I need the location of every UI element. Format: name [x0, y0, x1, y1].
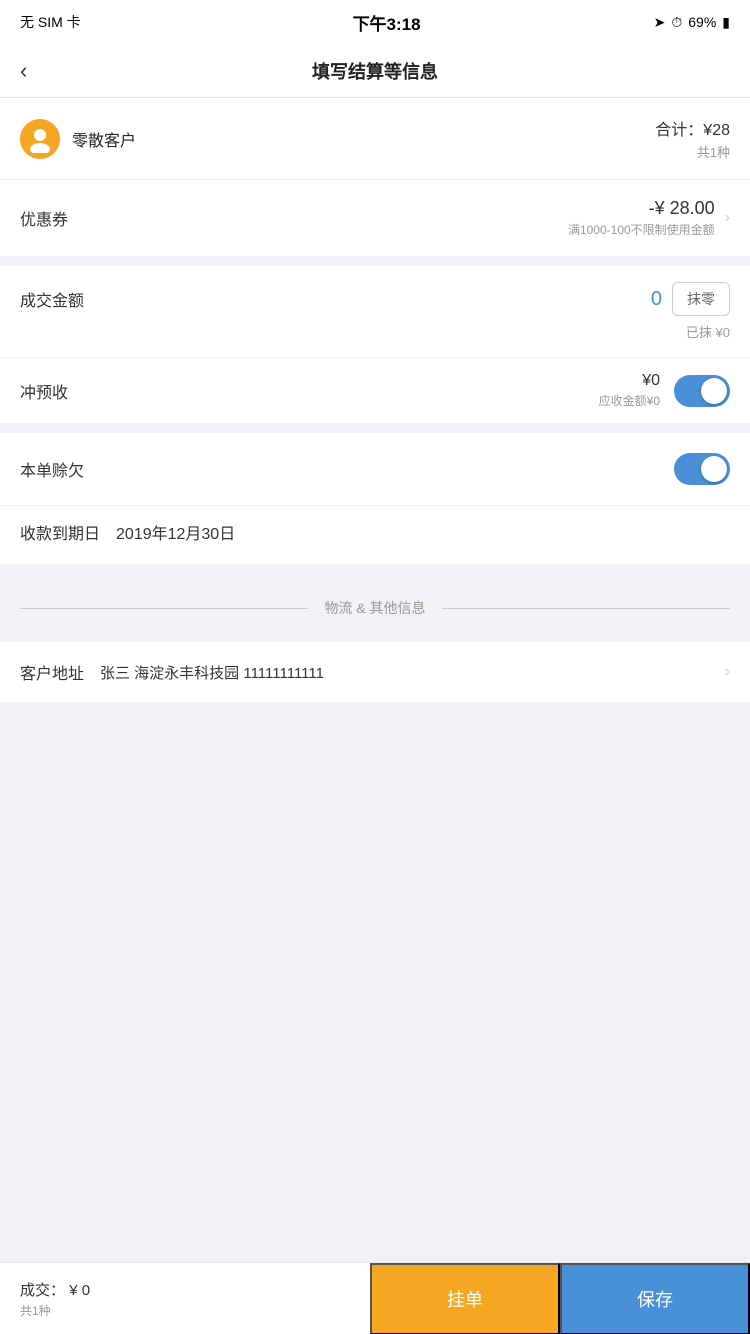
address-label: 客户地址	[20, 660, 84, 684]
logistics-label-row: 物流 & 其他信息	[0, 584, 750, 632]
bottom-count: 共1种	[20, 1302, 350, 1319]
toggle-knob	[701, 378, 727, 404]
duedate-row: 收款到期日 2019年12月30日	[0, 505, 750, 564]
customer-card: 零散客户 合计：¥28 共1种 优惠券 -¥ 28.00 满1000-100不限…	[0, 98, 750, 256]
precollect-label: 冲预收	[20, 379, 68, 403]
coupon-row[interactable]: 优惠券 -¥ 28.00 满1000-100不限制使用金额 ›	[0, 179, 750, 256]
precollect-right: ¥0 应收金额¥0	[599, 372, 730, 409]
avatar	[20, 119, 60, 159]
status-time: 下午3:18	[353, 10, 421, 35]
coupon-right: -¥ 28.00 满1000-100不限制使用金额 ›	[568, 198, 730, 238]
duedate-label: 收款到期日	[20, 520, 100, 544]
transaction-right: 0 抹零	[651, 282, 730, 316]
save-button[interactable]: 保存	[560, 1263, 750, 1334]
address-value: 张三 海淀永丰科技园 11111111111	[100, 662, 725, 683]
debt-section: 本单赊欠 收款到期日 2019年12月30日	[0, 433, 750, 564]
precollect-sub: 应收金额¥0	[599, 392, 660, 409]
precollect-row: 冲预收 ¥0 应收金额¥0	[0, 357, 750, 423]
address-chevron-icon: ›	[725, 663, 730, 681]
hold-button[interactable]: 挂单	[370, 1263, 560, 1334]
transaction-value: 0	[651, 288, 662, 311]
customer-right: 合计：¥28 共1种	[655, 116, 730, 161]
precollect-amount: ¥0	[599, 372, 660, 390]
back-button[interactable]: ‹	[20, 58, 27, 84]
coupon-value: -¥ 28.00 满1000-100不限制使用金额	[568, 198, 715, 238]
discount-amount: -¥ 28.00	[568, 198, 715, 219]
page-content: 零散客户 合计：¥28 共1种 优惠券 -¥ 28.00 满1000-100不限…	[0, 98, 750, 912]
precollect-value: ¥0 应收金额¥0	[599, 372, 660, 409]
debt-row: 本单赊欠	[0, 433, 750, 505]
chevron-icon: ›	[725, 209, 730, 227]
customer-name: 零散客户	[72, 127, 136, 151]
battery-icon: ▮	[722, 14, 730, 31]
discount-sub: 满1000-100不限制使用金额	[568, 221, 715, 238]
logistics-text: 物流 & 其他信息	[308, 598, 441, 618]
debt-label: 本单赊欠	[20, 457, 84, 481]
debt-toggle-knob	[701, 456, 727, 482]
logistics-line-left	[20, 608, 308, 609]
bottom-info: 成交： ¥ 0 共1种	[0, 1279, 370, 1319]
duedate-value: 2019年12月30日	[116, 520, 235, 544]
debt-toggle[interactable]	[674, 453, 730, 485]
page-title: 填写结算等信息	[312, 58, 438, 84]
precollect-toggle[interactable]	[674, 375, 730, 407]
address-section: 客户地址 张三 海淀永丰科技园 11111111111 ›	[0, 642, 750, 702]
empty-space	[0, 712, 750, 912]
status-left: 无 SIM 卡	[20, 12, 120, 32]
bottom-bar: 成交： ¥ 0 共1种 挂单 保存	[0, 1262, 750, 1334]
total-count: 共1种	[655, 142, 730, 161]
coupon-label: 优惠券	[20, 206, 68, 230]
transaction-row: 成交金额 0 抹零	[0, 266, 750, 322]
status-right: ➤ ⏱ 69% ▮	[654, 14, 730, 31]
round-button[interactable]: 抹零	[672, 282, 730, 316]
total-amount: 合计：¥28	[655, 116, 730, 140]
bottom-total-label: 成交：	[20, 1282, 65, 1299]
transaction-label: 成交金额	[20, 287, 84, 311]
logistics-line-right	[442, 608, 730, 609]
location-icon: ➤	[654, 14, 666, 31]
nav-bar: ‹ 填写结算等信息	[0, 44, 750, 98]
status-bar: 无 SIM 卡 下午3:18 ➤ ⏱ 69% ▮	[0, 0, 750, 44]
address-row[interactable]: 客户地址 张三 海淀永丰科技园 11111111111 ›	[0, 642, 750, 702]
battery-text: 69%	[688, 14, 716, 30]
bottom-total: 成交： ¥ 0	[20, 1279, 350, 1300]
alarm-icon: ⏱	[671, 14, 682, 31]
customer-left: 零散客户	[20, 119, 136, 159]
already-rounded: 已抹 ¥0	[0, 322, 750, 357]
logistics-section: 物流 & 其他信息	[0, 574, 750, 642]
transaction-section: 成交金额 0 抹零 已抹 ¥0 冲预收 ¥0 应收金额¥0	[0, 266, 750, 423]
bottom-total-value: ¥ 0	[69, 1282, 90, 1299]
customer-row: 零散客户 合计：¥28 共1种	[0, 98, 750, 179]
